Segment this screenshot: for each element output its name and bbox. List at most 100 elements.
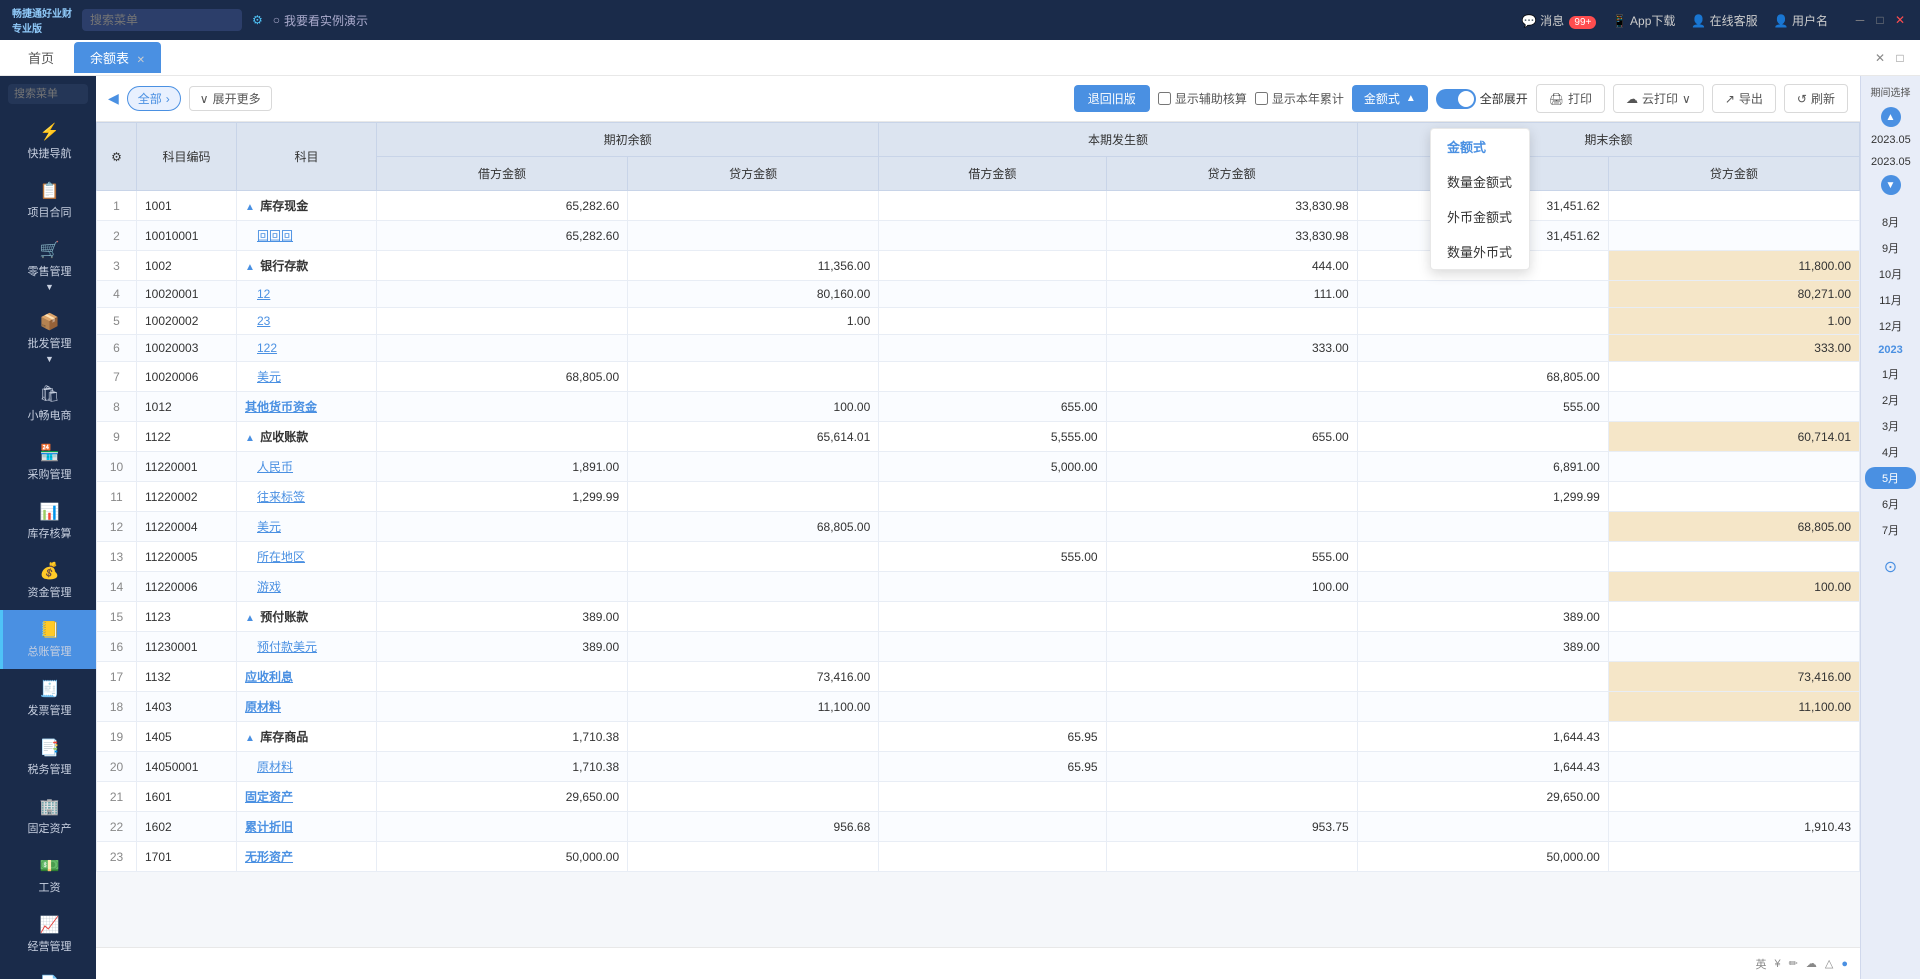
expand-row-icon[interactable]: ▲ <box>245 613 255 624</box>
month-aug[interactable]: 8月 <box>1865 211 1916 233</box>
mode-option-qty-foreign[interactable]: 数量外币式 <box>1431 234 1529 269</box>
month-jun[interactable]: 6月 <box>1865 493 1916 515</box>
return-old-btn[interactable]: 退回旧版 <box>1074 85 1150 112</box>
sidebar-item-finance[interactable]: 💰 资金管理 <box>0 551 96 610</box>
th-credit-end: 贷方金额 <box>1608 157 1859 191</box>
row-subject[interactable]: 往来标签 <box>237 482 377 512</box>
sidebar-item-wholesale[interactable]: 📦 批发管理 ▼ <box>0 302 96 374</box>
expand-row-icon[interactable]: ▲ <box>245 262 255 273</box>
expand-more-btn[interactable]: ∨ 展开更多 <box>189 86 272 111</box>
table-row: 2 10010001 回回回 65,282.60 33,830.98 31,45… <box>97 221 1860 251</box>
sidebar-item-ecommerce[interactable]: 🛍 小畅电商 <box>0 374 96 433</box>
sidebar-item-invoice[interactable]: 🧾 发票管理 <box>0 669 96 728</box>
sidebar-item-tax[interactable]: 📑 税务管理 <box>0 728 96 787</box>
msg-btn[interactable]: 💬 消息 99+ <box>1522 12 1597 29</box>
month-nov[interactable]: 11月 <box>1865 289 1916 311</box>
row-subject[interactable]: 美元 <box>237 362 377 392</box>
month-jan[interactable]: 1月 <box>1865 363 1916 385</box>
sidebar-item-ledger[interactable]: 📒 总账管理 <box>0 610 96 669</box>
row-credit-open: 956.68 <box>628 812 879 842</box>
row-subject[interactable]: 12 <box>237 281 377 308</box>
row-index: 19 <box>97 722 137 752</box>
sidebar-item-inventory[interactable]: 📊 库存核算 <box>0 492 96 551</box>
mode-toggle-btn[interactable]: 金额式 ▲ <box>1352 85 1428 112</box>
demo-link[interactable]: ○ 我要看实例演示 <box>273 12 368 29</box>
row-subject[interactable]: 原材料 <box>237 692 377 722</box>
sidebar-item-ops[interactable]: 📈 经营管理 <box>0 905 96 964</box>
user-avatar[interactable]: 👤 用户名 <box>1774 12 1828 29</box>
period-prev-btn[interactable]: ▲ <box>1881 107 1901 127</box>
year-checkbox-input[interactable] <box>1255 92 1268 105</box>
sidebar-item-asset[interactable]: 🏢 固定资产 <box>0 787 96 846</box>
tab-close-icon[interactable]: ✕ <box>137 55 145 66</box>
row-subject[interactable]: 原材料 <box>237 752 377 782</box>
row-subject[interactable]: 应收利息 <box>237 662 377 692</box>
export-btn[interactable]: ↗ 导出 <box>1712 84 1776 113</box>
mode-option-qty-amount[interactable]: 数量金额式 <box>1431 164 1529 199</box>
top-search-input[interactable] <box>82 9 242 31</box>
row-subject[interactable]: 所在地区 <box>237 542 377 572</box>
sidebar-item-project[interactable]: 📋 项目合同 <box>0 171 96 230</box>
expand-row-icon[interactable]: ▲ <box>245 733 255 744</box>
row-subject[interactable]: 122 <box>237 335 377 362</box>
close-btn[interactable]: ✕ <box>1892 12 1908 28</box>
tab-close-btn[interactable]: ✕ <box>1872 50 1888 66</box>
sidebar-item-purchase[interactable]: 🏪 采购管理 <box>0 433 96 492</box>
row-subject[interactable]: 其他货币资金 <box>237 392 377 422</box>
period-end[interactable]: 2023.05 <box>1865 153 1916 171</box>
period-start[interactable]: 2023.05 <box>1865 131 1916 149</box>
sidebar-search-input[interactable] <box>8 84 88 104</box>
expand-all-toggle[interactable] <box>1436 89 1476 109</box>
bottom-lang-btn[interactable]: 英 <box>1756 956 1767 972</box>
mode-option-foreign-amount[interactable]: 外币金额式 <box>1431 199 1529 234</box>
mode-option-amount[interactable]: 金额式 <box>1431 129 1529 164</box>
period-next-btn[interactable]: ▼ <box>1881 175 1901 195</box>
maximize-btn[interactable]: □ <box>1872 12 1888 28</box>
month-apr[interactable]: 4月 <box>1865 441 1916 463</box>
row-subject[interactable]: 无形资产 <box>237 842 377 872</box>
row-subject[interactable]: 预付款美元 <box>237 632 377 662</box>
bottom-upload-icon[interactable]: △ <box>1825 957 1833 970</box>
month-may[interactable]: 5月 <box>1865 467 1916 489</box>
month-mar[interactable]: 3月 <box>1865 415 1916 437</box>
month-sep[interactable]: 9月 <box>1865 237 1916 259</box>
row-subject[interactable]: 游戏 <box>237 572 377 602</box>
month-dec[interactable]: 12月 <box>1865 315 1916 337</box>
app-download-btn[interactable]: 📱 App下载 <box>1612 12 1675 29</box>
print-btn[interactable]: 🖨 打印 <box>1536 84 1605 113</box>
bottom-cloud-icon[interactable]: ☁ <box>1806 957 1817 970</box>
row-credit-end: 1,910.43 <box>1608 812 1859 842</box>
month-jul[interactable]: 7月 <box>1865 519 1916 541</box>
month-feb[interactable]: 2月 <box>1865 389 1916 411</box>
expand-row-icon[interactable]: ▲ <box>245 202 255 213</box>
filter-tag[interactable]: 全部 › <box>127 86 181 111</box>
tab-home[interactable]: 首页 <box>12 42 70 73</box>
row-subject[interactable]: 美元 <box>237 512 377 542</box>
show-year-checkbox[interactable]: 显示本年累计 <box>1255 90 1344 107</box>
row-subject[interactable]: 累计折旧 <box>237 812 377 842</box>
th-settings[interactable]: ⚙ <box>97 123 137 191</box>
assist-checkbox-input[interactable] <box>1158 92 1171 105</box>
row-subject[interactable]: 人民币 <box>237 452 377 482</box>
service-icon: 👤 <box>1691 14 1706 28</box>
settings-icon[interactable]: ⚙ <box>252 13 263 27</box>
minimize-btn[interactable]: ─ <box>1852 12 1868 28</box>
online-service-btn[interactable]: 👤 在线客服 <box>1691 12 1757 29</box>
period-more-icon[interactable]: ⊙ <box>1884 557 1897 577</box>
sidebar-item-retail[interactable]: 🛒 零售管理 ▼ <box>0 230 96 302</box>
bottom-edit-icon[interactable]: ✏ <box>1789 957 1798 970</box>
cloud-print-btn[interactable]: ☁ 云打印 ∨ <box>1613 84 1704 113</box>
tab-balance[interactable]: 余额表 ✕ <box>74 42 161 73</box>
expand-row-icon[interactable]: ▲ <box>245 433 255 444</box>
settings-col-icon[interactable]: ⚙ <box>111 150 122 164</box>
tab-restore-btn[interactable]: □ <box>1892 50 1908 66</box>
row-subject[interactable]: 固定资产 <box>237 782 377 812</box>
sidebar-item-quicknav[interactable]: ⚡ 快捷导航 <box>0 112 96 171</box>
sidebar-item-payroll[interactable]: 💵 工资 <box>0 846 96 905</box>
sidebar-item-report[interactable]: 📄 小畅报销 <box>0 964 96 979</box>
row-subject[interactable]: 23 <box>237 308 377 335</box>
row-subject[interactable]: 回回回 <box>237 221 377 251</box>
show-assist-checkbox[interactable]: 显示辅助核算 <box>1158 90 1247 107</box>
refresh-btn[interactable]: ↺ 刷新 <box>1784 84 1848 113</box>
month-oct[interactable]: 10月 <box>1865 263 1916 285</box>
